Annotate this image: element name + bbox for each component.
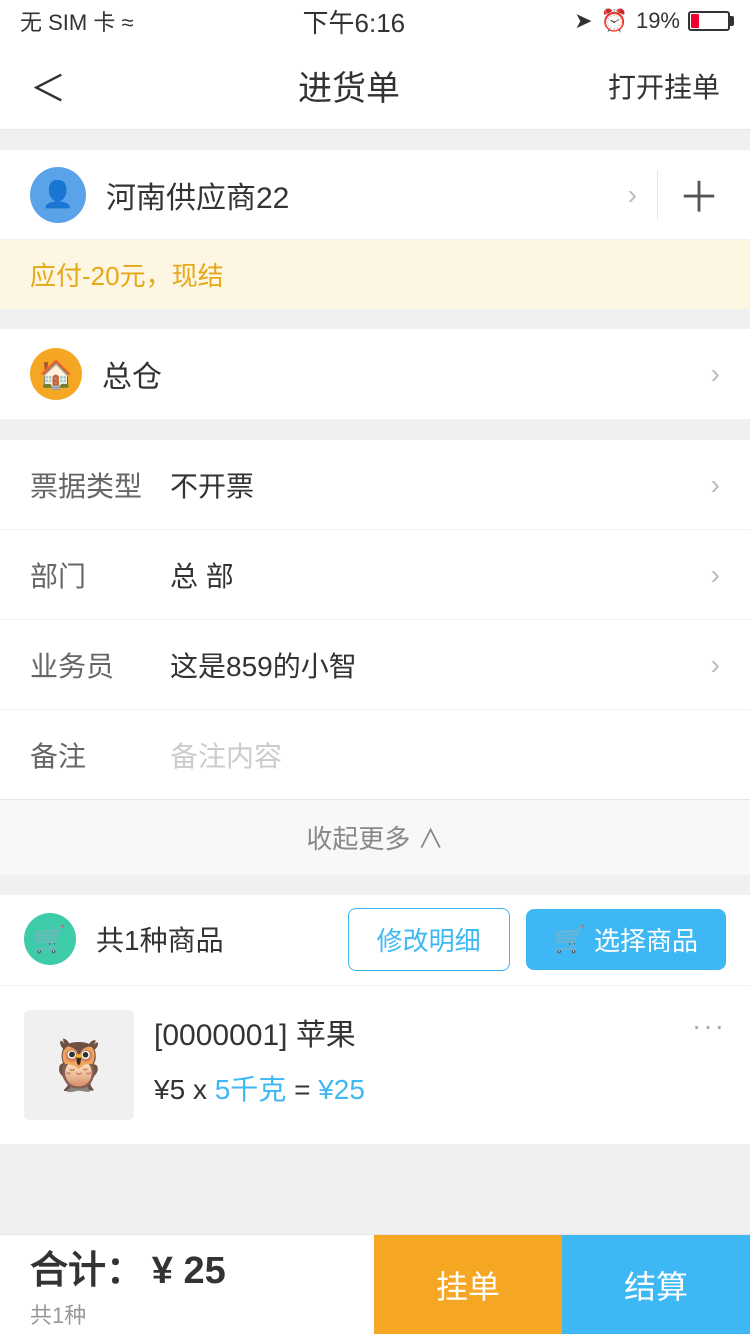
- status-bar: 无 SIM 卡 ≈ 下午6:16 ➤ ⏰ 19%: [0, 0, 750, 42]
- value-remark[interactable]: 备注内容: [150, 735, 720, 775]
- chevron-dept: ›: [711, 559, 720, 591]
- chevron-sales: ›: [711, 649, 720, 681]
- chevron-ticket: ›: [711, 469, 720, 501]
- open-pending-button[interactable]: 打开挂单: [608, 66, 720, 106]
- form-row-remark[interactable]: 备注 备注内容: [0, 709, 750, 799]
- price-unit: ¥5: [154, 1074, 185, 1105]
- section-gap-1: [0, 130, 750, 150]
- add-supplier-button[interactable]: ＋: [678, 164, 720, 225]
- alarm-icon: ⏰: [601, 8, 628, 34]
- supplier-avatar: 👤: [30, 167, 86, 223]
- collapse-label: 收起更多 ∧: [306, 819, 443, 856]
- product-count-icon: 🛒: [24, 913, 76, 965]
- page-title: 进货单: [298, 61, 400, 110]
- more-options-button[interactable]: ···: [682, 1010, 726, 1042]
- chevron-right-icon-2: ›: [711, 358, 720, 390]
- product-header: 🛒 共1种商品 修改明细 🛒 选择商品: [0, 895, 750, 983]
- product-code: [0000001]: [154, 1019, 287, 1052]
- status-time: 下午6:16: [303, 3, 406, 40]
- summary-count: 共1种: [30, 1298, 344, 1330]
- collapse-toggle[interactable]: 收起更多 ∧: [0, 799, 750, 875]
- back-button[interactable]: ＜: [30, 60, 90, 112]
- section-gap-2: [0, 309, 750, 329]
- total-value: ¥ 25: [152, 1250, 226, 1292]
- status-right: ➤ ⏰ 19%: [574, 8, 730, 34]
- product-name: [0000001] 苹果: [154, 1010, 682, 1054]
- bottom-bar: 合计： ¥ 25 共1种 挂单 结算: [0, 1234, 750, 1334]
- product-title: 苹果: [296, 1019, 356, 1052]
- warehouse-card: 🏠 总仓 ›: [0, 329, 750, 419]
- supplier-card: 👤 河南供应商22 › ＋ 应付-20元，现结: [0, 150, 750, 309]
- owl-icon: 🦉: [48, 1036, 110, 1095]
- notice-banner: 应付-20元，现结: [0, 240, 750, 309]
- product-total: ¥25: [318, 1074, 365, 1105]
- select-product-button[interactable]: 🛒 选择商品: [526, 909, 726, 970]
- sim-label: 无 SIM 卡 ≈: [20, 5, 134, 37]
- cart-icon: 🛒: [34, 924, 66, 955]
- vertical-divider: [657, 170, 658, 220]
- label-remark: 备注: [30, 735, 150, 775]
- avatar-icon: 👤: [42, 179, 74, 210]
- supplier-name: 河南供应商22: [106, 173, 628, 217]
- total-amount: 合计： ¥ 25: [30, 1239, 344, 1294]
- form-row-dept[interactable]: 部门 总 部 ›: [0, 529, 750, 619]
- value-dept: 总 部: [150, 555, 711, 595]
- product-section: 🛒 共1种商品 修改明细 🛒 选择商品 🦉 [0000001] 苹果 ¥5 x …: [0, 895, 750, 1144]
- status-left: 无 SIM 卡 ≈: [20, 5, 134, 37]
- add-product-icon: 🛒: [554, 924, 586, 955]
- form-row-ticket[interactable]: 票据类型 不开票 ›: [0, 439, 750, 529]
- price-separator: x: [193, 1074, 215, 1105]
- supplier-row[interactable]: 👤 河南供应商22 › ＋: [0, 150, 750, 240]
- checkout-button[interactable]: 结算: [562, 1235, 750, 1334]
- form-card: 票据类型 不开票 › 部门 总 部 › 业务员 这是859的小智 › 备注 备注…: [0, 439, 750, 875]
- section-gap-4: [0, 875, 750, 895]
- select-product-label: 选择商品: [594, 921, 698, 958]
- chevron-right-icon: ›: [628, 179, 637, 211]
- product-price: ¥5 x 5千克 = ¥25: [154, 1068, 682, 1108]
- value-ticket-type: 不开票: [150, 465, 711, 505]
- battery-label: 19%: [636, 8, 680, 34]
- nav-bar: ＜ 进货单 打开挂单: [0, 42, 750, 130]
- warehouse-row[interactable]: 🏠 总仓 ›: [0, 329, 750, 419]
- location-icon: ➤: [574, 8, 592, 34]
- product-item: 🦉 [0000001] 苹果 ¥5 x 5千克 = ¥25 ···: [0, 985, 750, 1144]
- battery-icon: [688, 11, 730, 31]
- warehouse-icon: 🏠: [30, 348, 82, 400]
- warehouse-name: 总仓: [102, 352, 711, 396]
- notice-text: 应付-20元，现结: [30, 261, 224, 291]
- value-sales: 这是859的小智: [150, 645, 711, 685]
- price-equals: =: [294, 1074, 318, 1105]
- product-qty: 5千克: [215, 1074, 287, 1105]
- total-label: 合计：: [30, 1250, 144, 1292]
- bottom-summary: 合计： ¥ 25 共1种: [0, 1235, 374, 1334]
- product-count-text: 共1种商品: [96, 919, 348, 959]
- label-ticket-type: 票据类型: [30, 465, 150, 505]
- product-thumbnail: 🦉: [24, 1010, 134, 1120]
- label-dept: 部门: [30, 555, 150, 595]
- form-row-sales[interactable]: 业务员 这是859的小智 ›: [0, 619, 750, 709]
- edit-detail-button[interactable]: 修改明细: [348, 908, 510, 971]
- product-info: [0000001] 苹果 ¥5 x 5千克 = ¥25: [154, 1010, 682, 1108]
- section-gap-3: [0, 419, 750, 439]
- pending-button[interactable]: 挂单: [374, 1235, 562, 1334]
- label-sales: 业务员: [30, 645, 150, 685]
